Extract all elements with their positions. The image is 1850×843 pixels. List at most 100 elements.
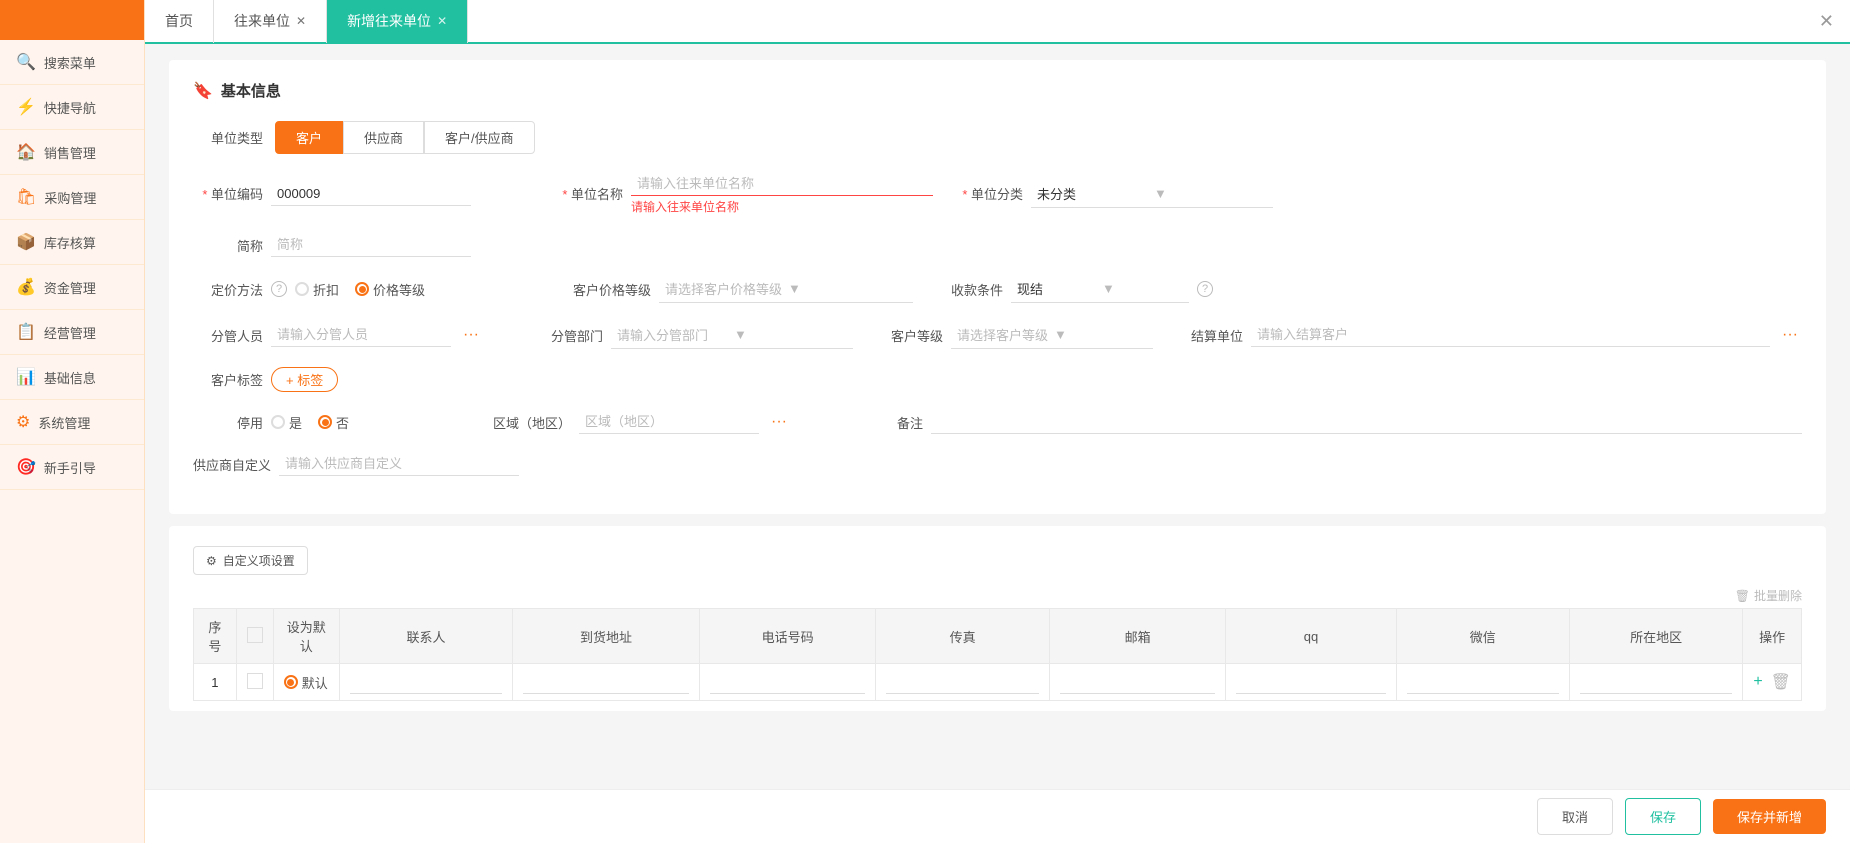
pricing-help-icon[interactable]: ? — [271, 281, 287, 297]
pricing-radio-group: 折扣 价格等级 — [295, 280, 425, 299]
tab-contacts-close[interactable]: ✕ — [296, 14, 306, 28]
cell-region[interactable] — [1569, 664, 1742, 701]
radio-default[interactable]: 默认 — [284, 673, 329, 692]
unit-name-input[interactable] — [631, 172, 933, 196]
content-area: 🔖 基本信息 单位类型 客户 供应商 客户/供应商 单位编码 — [145, 44, 1850, 789]
action-bar: 取消 保存 保存并新增 — [145, 789, 1850, 843]
wechat-input[interactable] — [1407, 670, 1559, 694]
radio-no[interactable]: 否 — [318, 413, 349, 432]
sidebar-item-ops[interactable]: 📋 经营管理 — [0, 310, 144, 355]
department-placeholder: 请输入分管部门 — [617, 325, 730, 344]
supplier-custom-input[interactable] — [279, 452, 519, 476]
customer-level-select[interactable]: 请选择客户等级 ▼ — [951, 321, 1153, 349]
sidebar-item-basic[interactable]: 📊 基础信息 — [0, 355, 144, 400]
custom-settings-button[interactable]: ⚙ 自定义项设置 — [193, 546, 308, 575]
sidebar-item-label: 采购管理 — [44, 188, 96, 207]
header-checkbox[interactable] — [247, 627, 263, 643]
unit-code-input[interactable] — [271, 182, 471, 206]
sidebar-item-label: 资金管理 — [44, 278, 96, 297]
row-disable-region: 停用 是 否 区域（地区） — [193, 410, 1802, 434]
close-all-tabs-button[interactable]: ✕ — [1803, 11, 1850, 32]
row-checkbox[interactable] — [247, 673, 263, 689]
cell-qq[interactable] — [1226, 664, 1396, 701]
manager-more-button[interactable]: ··· — [459, 326, 483, 344]
tab-contacts[interactable]: 往来单位 ✕ — [214, 0, 327, 43]
phone-input[interactable] — [710, 670, 866, 694]
manager-input[interactable] — [271, 323, 451, 347]
btn-supplier[interactable]: 供应商 — [343, 121, 424, 154]
field-department: 分管部门 请输入分管部门 ▼ — [533, 321, 853, 349]
unit-category-label: 单位分类 — [953, 184, 1023, 203]
cell-contact[interactable] — [339, 664, 512, 701]
sidebar-item-label: 新手引导 — [44, 458, 96, 477]
address-input[interactable] — [523, 670, 689, 694]
notes-label: 备注 — [853, 413, 923, 432]
basic-icon: 📊 — [16, 367, 36, 387]
department-select[interactable]: 请输入分管部门 ▼ — [611, 321, 853, 349]
tab-new-contact-close[interactable]: ✕ — [437, 14, 447, 28]
sidebar-item-sales[interactable]: 🏠 销售管理 — [0, 130, 144, 175]
tab-home[interactable]: 首页 — [145, 0, 214, 43]
chevron-down-icon4: ▼ — [734, 327, 847, 342]
sidebar-item-system[interactable]: ⚙ 系统管理 — [0, 400, 144, 445]
btn-both[interactable]: 客户/供应商 — [424, 121, 535, 154]
cell-checkbox[interactable] — [236, 664, 273, 701]
payment-terms-select[interactable]: 现结 ▼ — [1011, 275, 1189, 303]
sidebar-item-label: 库存核算 — [44, 233, 96, 252]
col-index: 序号 — [194, 609, 237, 664]
notes-input[interactable] — [931, 410, 1802, 434]
radio-yes[interactable]: 是 — [271, 413, 302, 432]
payment-terms-label: 收款条件 — [933, 280, 1003, 299]
btn-customer[interactable]: 客户 — [275, 121, 343, 154]
sidebar-item-label: 搜索菜单 — [44, 53, 96, 72]
sidebar-item-purchase[interactable]: 🛍 采购管理 — [0, 175, 144, 220]
cell-fax[interactable] — [876, 664, 1049, 701]
contact-input[interactable] — [350, 670, 502, 694]
sidebar-item-quick-nav[interactable]: ⚡ 快捷导航 — [0, 85, 144, 130]
field-manager: 分管人员 ··· — [193, 323, 513, 347]
tab-contacts-label: 往来单位 — [234, 11, 290, 31]
sidebar-item-guide[interactable]: 🎯 新手引导 — [0, 445, 144, 490]
settlement-unit-input[interactable] — [1251, 323, 1770, 347]
region-more-button[interactable]: ··· — [767, 413, 791, 431]
add-tag-button[interactable]: + 标签 — [271, 367, 338, 392]
field-settlement-unit: 结算单位 ··· — [1173, 323, 1802, 347]
delete-row-button[interactable]: 🗑 — [1771, 672, 1791, 692]
cell-email[interactable] — [1049, 664, 1226, 701]
row-tags: 客户标签 + 标签 — [193, 367, 1802, 392]
field-customer-price-level: 客户价格等级 请选择客户价格等级 ▼ — [573, 275, 913, 303]
sidebar-item-finance[interactable]: 💰 资金管理 — [0, 265, 144, 310]
customer-price-level-label: 客户价格等级 — [573, 280, 651, 299]
fax-input[interactable] — [886, 670, 1038, 694]
unit-category-select[interactable]: 未分类 ▼ — [1031, 180, 1273, 208]
add-row-button[interactable]: + — [1753, 673, 1762, 691]
region-input[interactable] — [579, 410, 759, 434]
abbr-input[interactable] — [271, 233, 471, 257]
field-tags: 客户标签 + 标签 — [193, 367, 1802, 392]
tab-new-contact[interactable]: 新增往来单位 ✕ — [327, 0, 468, 43]
cell-wechat[interactable] — [1396, 664, 1569, 701]
unit-name-error: 请输入往来单位名称 — [631, 198, 933, 215]
search-icon: 🔍 — [16, 52, 36, 72]
radio-default-circle — [284, 675, 298, 689]
payment-help-icon[interactable]: ? — [1197, 281, 1213, 297]
sidebar-item-search[interactable]: 🔍 搜索菜单 — [0, 40, 144, 85]
radio-price-level[interactable]: 价格等级 — [355, 280, 425, 299]
finance-icon: 💰 — [16, 277, 36, 297]
radio-discount[interactable]: 折扣 — [295, 280, 339, 299]
sidebar: 🔍 搜索菜单 ⚡ 快捷导航 🏠 销售管理 🛍 采购管理 📦 库存核算 💰 资金管… — [0, 0, 145, 843]
radio-discount-label: 折扣 — [313, 280, 339, 299]
customer-price-level-select[interactable]: 请选择客户价格等级 ▼ — [659, 275, 913, 303]
region-label: 区域（地区） — [493, 413, 571, 432]
save-and-new-button[interactable]: 保存并新增 — [1713, 799, 1826, 834]
email-input[interactable] — [1060, 670, 1216, 694]
settlement-unit-more-button[interactable]: ··· — [1778, 326, 1802, 344]
table-region-input[interactable] — [1580, 670, 1732, 694]
save-button[interactable]: 保存 — [1625, 798, 1701, 835]
cell-phone[interactable] — [699, 664, 876, 701]
sidebar-item-inventory[interactable]: 📦 库存核算 — [0, 220, 144, 265]
cell-address[interactable] — [513, 664, 700, 701]
custom-settings-label: 自定义项设置 — [223, 552, 295, 569]
cancel-button[interactable]: 取消 — [1537, 798, 1613, 835]
qq-input[interactable] — [1236, 670, 1385, 694]
